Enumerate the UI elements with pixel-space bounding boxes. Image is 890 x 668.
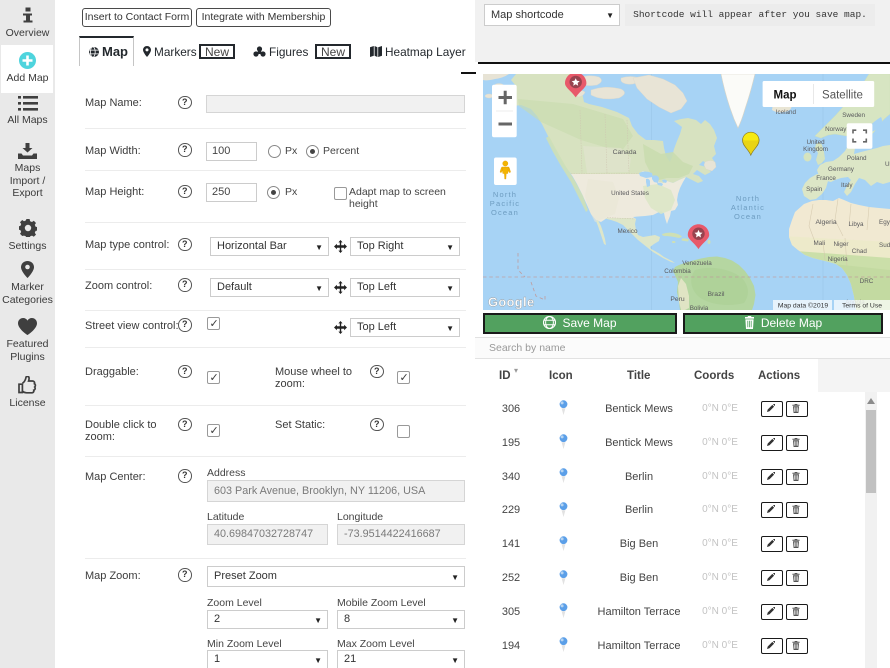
svg-text:Algeria: Algeria xyxy=(816,219,837,226)
svg-text:France: France xyxy=(816,175,836,182)
svg-text:Spain: Spain xyxy=(806,186,823,193)
svg-text:Germany: Germany xyxy=(828,166,855,173)
svg-text:Colombia: Colombia xyxy=(664,268,691,275)
svg-text:Libya: Libya xyxy=(848,221,864,228)
svg-text:United States: United States xyxy=(611,190,649,197)
svg-text:Norway: Norway xyxy=(825,126,847,133)
svg-text:Map data ©2019: Map data ©2019 xyxy=(778,302,829,310)
svg-text:Chad: Chad xyxy=(852,248,868,255)
svg-text:Pacific: Pacific xyxy=(490,199,521,208)
svg-text:Iceland: Iceland xyxy=(776,109,797,116)
svg-text:Sudan: Sudan xyxy=(879,242,890,249)
svg-text:Peru: Peru xyxy=(670,296,685,303)
svg-text:Venezuela: Venezuela xyxy=(682,260,712,267)
svg-text:Ocean: Ocean xyxy=(491,208,519,217)
svg-text:DRC: DRC xyxy=(860,278,874,285)
svg-text:Nigeria: Nigeria xyxy=(828,256,848,263)
svg-text:Terms of Use: Terms of Use xyxy=(842,303,882,310)
svg-text:Ocean: Ocean xyxy=(734,212,762,221)
svg-text:Kingdom: Kingdom xyxy=(803,146,828,153)
svg-text:North: North xyxy=(736,194,760,203)
svg-text:North: North xyxy=(493,190,517,199)
svg-text:Map: Map xyxy=(774,90,797,102)
svg-text:Brazil: Brazil xyxy=(708,291,725,298)
svg-text:Egypt: Egypt xyxy=(879,219,890,226)
svg-text:Niger: Niger xyxy=(833,241,848,248)
svg-text:Atlantic: Atlantic xyxy=(731,203,765,212)
svg-text:Bolivia: Bolivia xyxy=(690,305,709,310)
svg-text:Canada: Canada xyxy=(613,149,637,156)
svg-text:Italy: Italy xyxy=(841,182,853,189)
svg-text:Google: Google xyxy=(488,295,534,310)
svg-text:Poland: Poland xyxy=(847,155,867,162)
svg-text:United: United xyxy=(806,139,825,146)
svg-text:Mexico: Mexico xyxy=(618,228,638,235)
svg-text:Satellite: Satellite xyxy=(822,90,863,102)
svg-text:Mali: Mali xyxy=(814,240,826,247)
svg-text:Ukraine: Ukraine xyxy=(885,161,890,168)
svg-text:Sweden: Sweden xyxy=(842,112,865,119)
